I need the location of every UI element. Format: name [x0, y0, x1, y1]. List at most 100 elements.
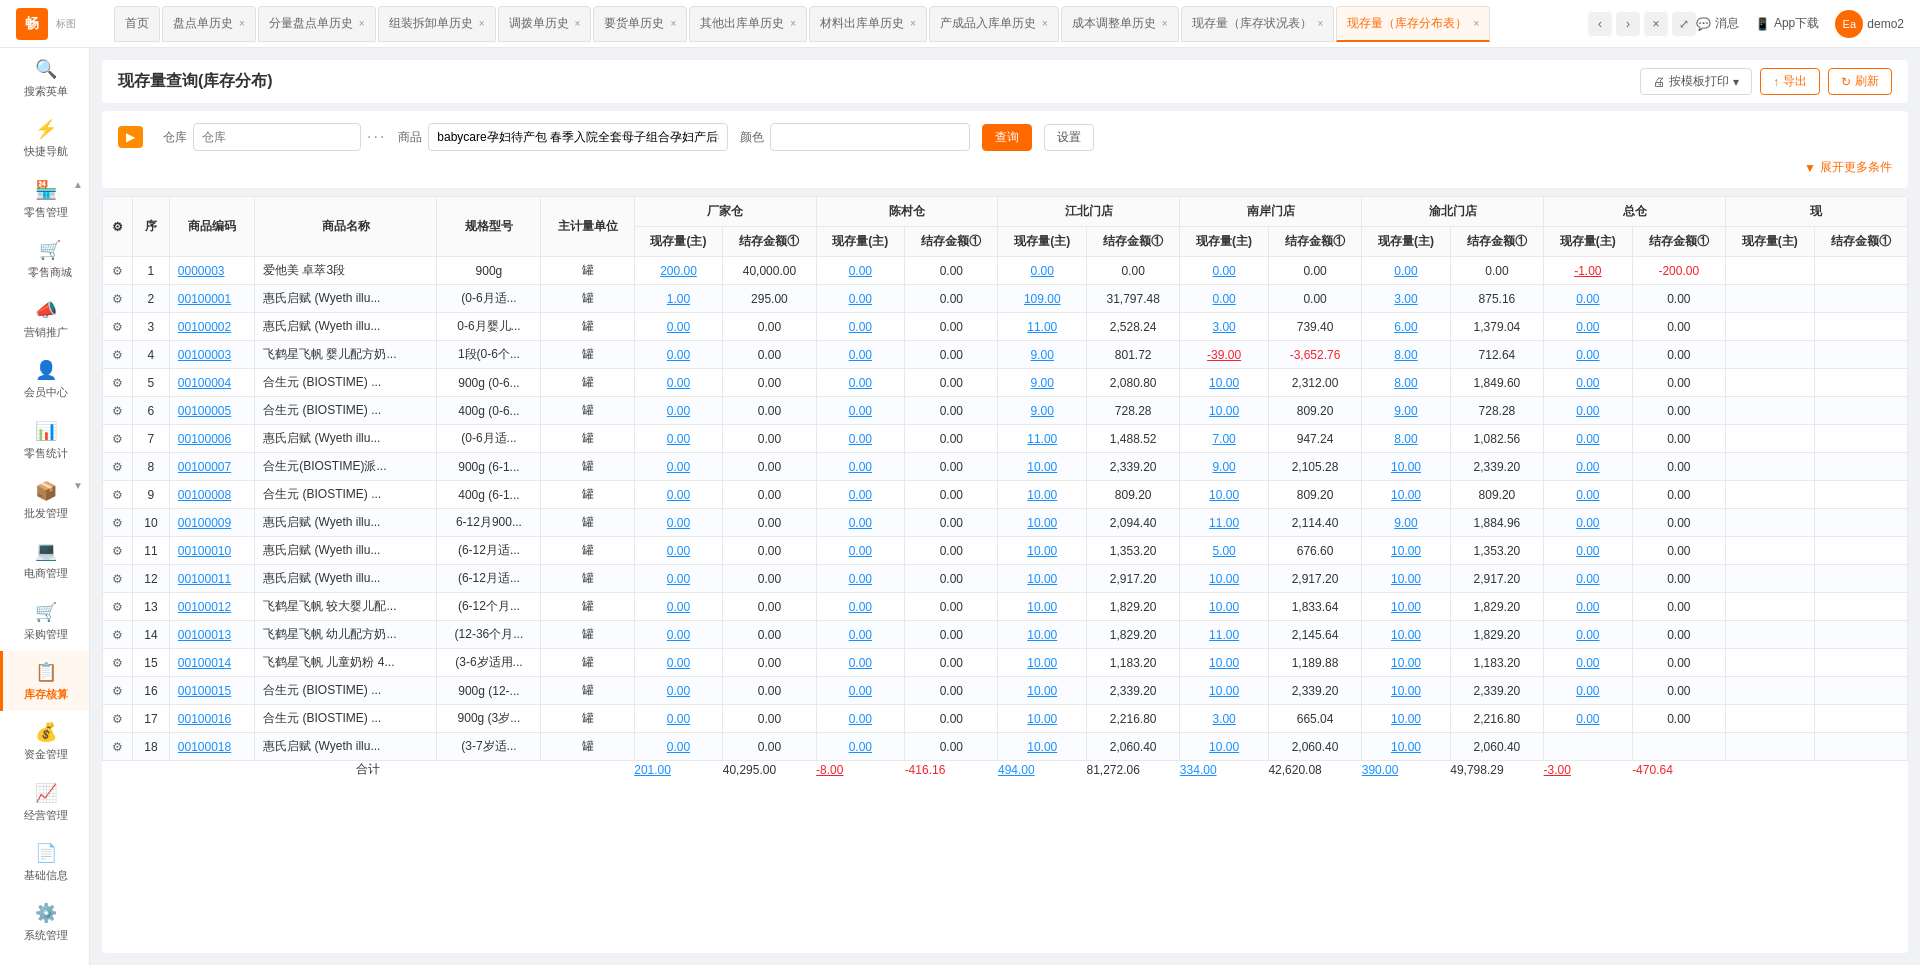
row-settings-14[interactable]: ⚙ — [103, 649, 133, 677]
row-jbmd-qty-6[interactable]: 11.00 — [998, 425, 1087, 453]
print-btn[interactable]: 🖨 按模板打印 ▾ — [1640, 68, 1752, 95]
row-ybmd-qty-13[interactable]: 10.00 — [1362, 621, 1451, 649]
row-code-15[interactable]: 00100015 — [169, 677, 254, 705]
row-cfj-qty-15[interactable]: 0.00 — [634, 677, 723, 705]
row-zc-qty-17[interactable] — [1544, 733, 1633, 761]
sidebar-item-finance[interactable]: 💰 资金管理 — [0, 711, 89, 771]
row-cfj-qty-6[interactable]: 0.00 — [634, 425, 723, 453]
sidebar-item-quick[interactable]: ⚡ 快捷导航 — [0, 108, 89, 168]
row-namd-qty-4[interactable]: 10.00 — [1180, 369, 1269, 397]
row-namd-qty-10[interactable]: 5.00 — [1180, 537, 1269, 565]
row-jbmd-qty-0[interactable]: 0.00 — [998, 257, 1087, 285]
sidebar-item-retail-shop[interactable]: 🛒 零售商城 — [0, 229, 89, 289]
row-ccj-qty-0[interactable]: 0.00 — [816, 257, 905, 285]
nav-expand[interactable]: ⤢ — [1672, 12, 1696, 36]
row-settings-6[interactable]: ⚙ — [103, 425, 133, 453]
row-settings-3[interactable]: ⚙ — [103, 341, 133, 369]
row-zc-qty-8[interactable]: 0.00 — [1544, 481, 1633, 509]
user-menu[interactable]: Ea demo2 — [1835, 10, 1904, 38]
tab-close-8[interactable]: × — [1042, 18, 1048, 29]
row-code-14[interactable]: 00100014 — [169, 649, 254, 677]
tab-close-11[interactable]: × — [1473, 18, 1479, 29]
row-cfj-qty-4[interactable]: 0.00 — [634, 369, 723, 397]
row-ybmd-qty-12[interactable]: 10.00 — [1362, 593, 1451, 621]
row-code-1[interactable]: 00100001 — [169, 285, 254, 313]
row-zc-qty-7[interactable]: 0.00 — [1544, 453, 1633, 481]
row-ccj-qty-14[interactable]: 0.00 — [816, 649, 905, 677]
tab-1[interactable]: 盘点单历史 × — [162, 6, 256, 42]
row-cfj-qty-5[interactable]: 0.00 — [634, 397, 723, 425]
sidebar-item-system[interactable]: ⚙️ 系统管理 — [0, 892, 89, 952]
row-cfj-qty-1[interactable]: 1.00 — [634, 285, 723, 313]
row-namd-qty-7[interactable]: 9.00 — [1180, 453, 1269, 481]
tab-5[interactable]: 要货单历史 × — [593, 6, 687, 42]
row-ccj-qty-16[interactable]: 0.00 — [816, 705, 905, 733]
query-btn[interactable]: 查询 — [982, 124, 1032, 151]
row-code-7[interactable]: 00100007 — [169, 453, 254, 481]
tab-9[interactable]: 成本调整单历史 × — [1061, 6, 1179, 42]
sidebar-item-wholesale[interactable]: 📦 批发管理 ▼ — [0, 470, 89, 530]
row-ybmd-qty-7[interactable]: 10.00 — [1362, 453, 1451, 481]
summary-ccj-qty[interactable]: -8.00 — [816, 761, 905, 779]
row-jbmd-qty-1[interactable]: 109.00 — [998, 285, 1087, 313]
tab-close-4[interactable]: × — [575, 18, 581, 29]
row-ybmd-qty-10[interactable]: 10.00 — [1362, 537, 1451, 565]
row-ccj-qty-5[interactable]: 0.00 — [816, 397, 905, 425]
row-zc-qty-3[interactable]: 0.00 — [1544, 341, 1633, 369]
sidebar-item-retail-stat[interactable]: 📊 零售统计 — [0, 410, 89, 470]
tab-close-6[interactable]: × — [790, 18, 796, 29]
summary-zc-qty[interactable]: -3.00 — [1544, 761, 1633, 779]
row-code-0[interactable]: 0000003 — [169, 257, 254, 285]
row-namd-qty-5[interactable]: 10.00 — [1180, 397, 1269, 425]
row-ybmd-qty-4[interactable]: 8.00 — [1362, 369, 1451, 397]
row-zc-qty-2[interactable]: 0.00 — [1544, 313, 1633, 341]
row-code-4[interactable]: 00100004 — [169, 369, 254, 397]
row-cfj-qty-7[interactable]: 0.00 — [634, 453, 723, 481]
row-namd-qty-15[interactable]: 10.00 — [1180, 677, 1269, 705]
tab-4[interactable]: 调拨单历史 × — [498, 6, 592, 42]
row-ybmd-qty-9[interactable]: 9.00 — [1362, 509, 1451, 537]
row-ccj-qty-1[interactable]: 0.00 — [816, 285, 905, 313]
sidebar-item-marketing[interactable]: 📣 营销推广 — [0, 289, 89, 349]
row-jbmd-qty-9[interactable]: 10.00 — [998, 509, 1087, 537]
row-settings-13[interactable]: ⚙ — [103, 621, 133, 649]
tab-8[interactable]: 产成品入库单历史 × — [929, 6, 1059, 42]
sidebar-item-member[interactable]: 👤 会员中心 — [0, 349, 89, 409]
sidebar-item-operation[interactable]: 📈 经营管理 — [0, 772, 89, 832]
row-namd-qty-0[interactable]: 0.00 — [1180, 257, 1269, 285]
row-ccj-qty-2[interactable]: 0.00 — [816, 313, 905, 341]
row-zc-qty-16[interactable]: 0.00 — [1544, 705, 1633, 733]
row-settings-8[interactable]: ⚙ — [103, 481, 133, 509]
row-ybmd-qty-3[interactable]: 8.00 — [1362, 341, 1451, 369]
refresh-btn[interactable]: ↻ 刷新 — [1828, 68, 1892, 95]
row-namd-qty-6[interactable]: 7.00 — [1180, 425, 1269, 453]
row-namd-qty-8[interactable]: 10.00 — [1180, 481, 1269, 509]
row-cfj-qty-3[interactable]: 0.00 — [634, 341, 723, 369]
row-ccj-qty-8[interactable]: 0.00 — [816, 481, 905, 509]
collapse-btn[interactable]: ▶ — [118, 126, 143, 148]
row-zc-qty-0[interactable]: -1.00 — [1544, 257, 1633, 285]
row-zc-qty-6[interactable]: 0.00 — [1544, 425, 1633, 453]
tab-7[interactable]: 材料出库单历史 × — [809, 6, 927, 42]
sidebar-item-purchase[interactable]: 🛒 采购管理 — [0, 591, 89, 651]
color-input[interactable] — [770, 123, 970, 151]
nav-next[interactable]: › — [1616, 12, 1640, 36]
sidebar-item-search[interactable]: 🔍 搜索英单 — [0, 48, 89, 108]
th-settings[interactable]: ⚙ — [103, 197, 133, 257]
row-jbmd-qty-10[interactable]: 10.00 — [998, 537, 1087, 565]
nav-close[interactable]: × — [1644, 12, 1668, 36]
row-ccj-qty-13[interactable]: 0.00 — [816, 621, 905, 649]
row-namd-qty-17[interactable]: 10.00 — [1180, 733, 1269, 761]
tab-close-5[interactable]: × — [670, 18, 676, 29]
tab-close-9[interactable]: × — [1162, 18, 1168, 29]
row-jbmd-qty-12[interactable]: 10.00 — [998, 593, 1087, 621]
summary-jbmd-qty[interactable]: 494.00 — [998, 761, 1087, 779]
app-download-btn[interactable]: 📱 App下载 — [1755, 15, 1819, 32]
summary-ybmd-qty[interactable]: 390.00 — [1362, 761, 1451, 779]
row-namd-qty-11[interactable]: 10.00 — [1180, 565, 1269, 593]
row-namd-qty-2[interactable]: 3.00 — [1180, 313, 1269, 341]
row-zc-qty-11[interactable]: 0.00 — [1544, 565, 1633, 593]
row-settings-5[interactable]: ⚙ — [103, 397, 133, 425]
row-settings-7[interactable]: ⚙ — [103, 453, 133, 481]
sidebar-item-retail[interactable]: 🏪 零售管理 ▲ — [0, 169, 89, 229]
